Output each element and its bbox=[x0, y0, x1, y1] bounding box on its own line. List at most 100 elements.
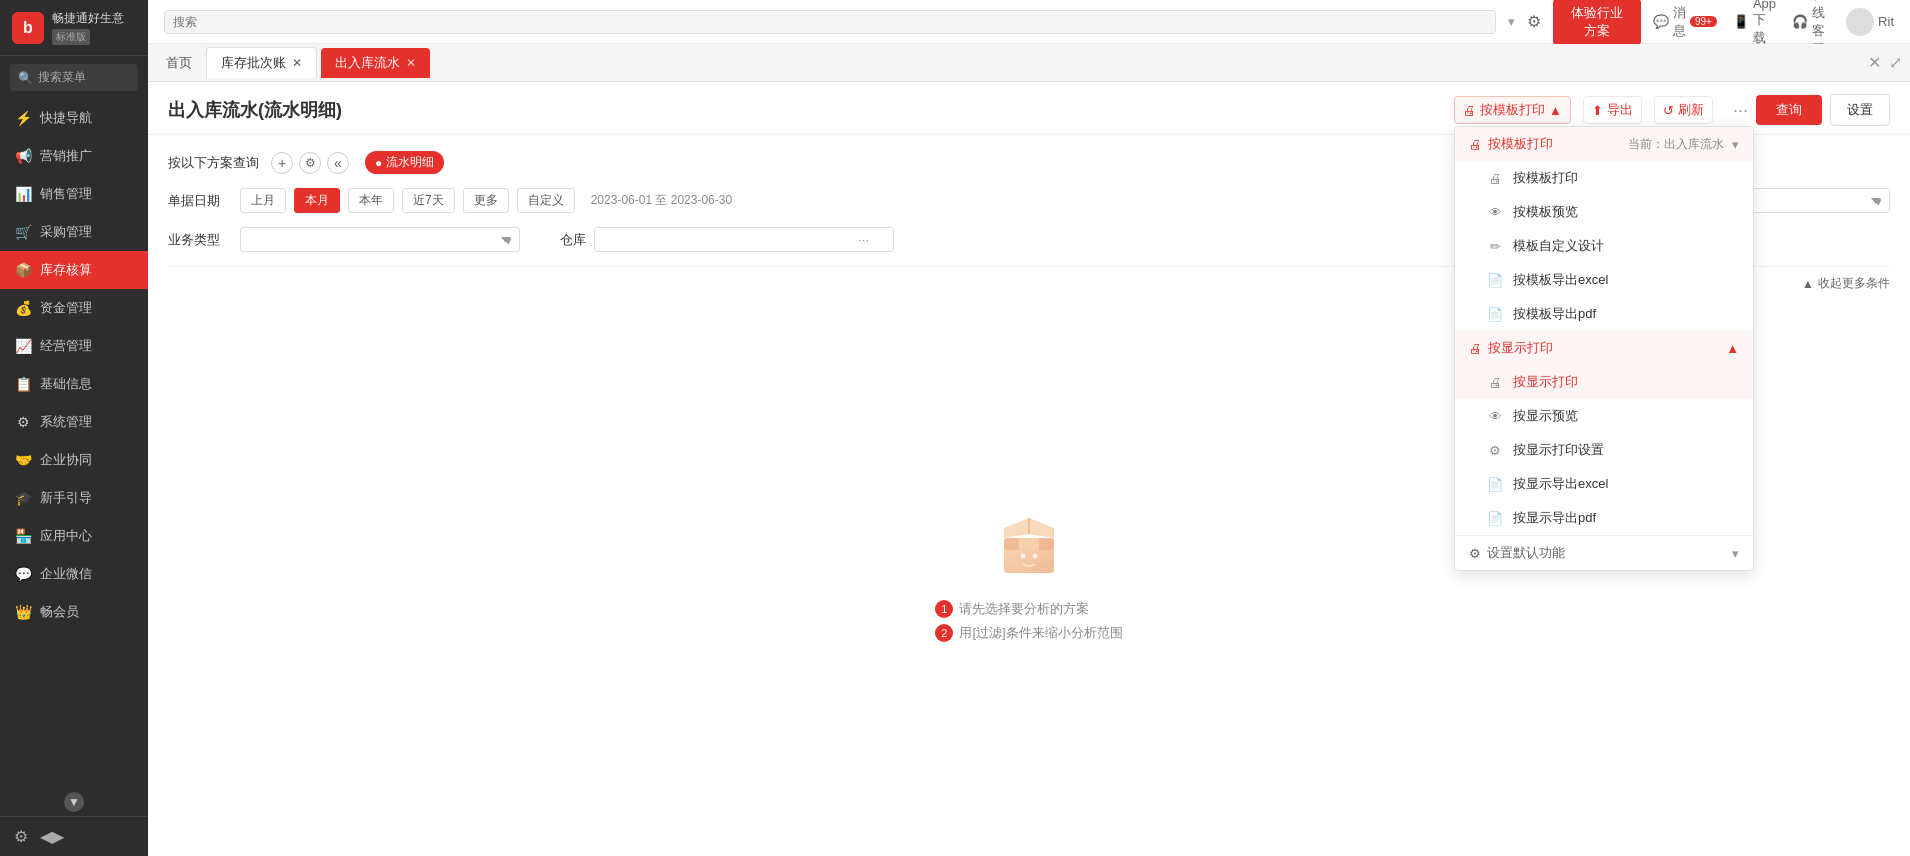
sidebar-item-label: 基础信息 bbox=[40, 375, 92, 393]
page-content: 出入库流水(流水明细) 🖨 按模板打印 ▲ 🖨 按模板打印 bbox=[148, 82, 1910, 856]
business-type-select[interactable] bbox=[240, 227, 520, 252]
collapse-up-icon: ▲ bbox=[1802, 277, 1814, 291]
dropdown-item-display-excel[interactable]: 📄 按显示导出excel bbox=[1455, 467, 1753, 501]
empty-state: 1 请先选择要分析的方案 2 用[过滤]条件来缩小分析范围 bbox=[935, 508, 1122, 648]
filter-settings-button[interactable]: ⚙ bbox=[299, 152, 321, 174]
tab-home[interactable]: 首页 bbox=[156, 48, 202, 78]
header-more-icon[interactable]: ··· bbox=[1733, 100, 1748, 121]
sidebar-item-purchase[interactable]: 🛒 采购管理 bbox=[0, 213, 148, 251]
search-menu-button[interactable]: 🔍 搜索菜单 bbox=[10, 64, 138, 91]
sidebar-scroll-down[interactable]: ▼ bbox=[0, 788, 148, 816]
dropdown-item-template-preview[interactable]: 👁 按模板预览 bbox=[1455, 195, 1753, 229]
tabs-bar: 首页 库存批次账 ✕ 出入库流水 ✕ ✕ ⤢ bbox=[148, 44, 1910, 82]
topbar-gear-icon[interactable]: ⚙ bbox=[1527, 12, 1541, 31]
export-button[interactable]: ⬆ 导出 bbox=[1583, 96, 1642, 124]
message-button[interactable]: 💬 消息 99+ bbox=[1653, 4, 1717, 40]
dropdown-footer-settings[interactable]: ⚙ 设置默认功能 ▾ bbox=[1455, 535, 1753, 570]
tip-num-2: 2 bbox=[935, 624, 953, 642]
template-print-item-label: 按模板打印 bbox=[1513, 169, 1578, 187]
date-btn-current-year[interactable]: 本年 bbox=[348, 188, 394, 213]
export-icon: ⬆ bbox=[1592, 103, 1603, 118]
display-print-section-icon: 🖨 bbox=[1469, 341, 1482, 356]
sidebar-item-vip[interactable]: 👑 畅会员 bbox=[0, 593, 148, 631]
header-query-group: ··· 查询 设置 bbox=[1733, 94, 1890, 126]
display-preview-item-icon: 👁 bbox=[1487, 408, 1503, 424]
date-btn-custom[interactable]: 自定义 bbox=[517, 188, 575, 213]
page-header: 出入库流水(流水明细) 🖨 按模板打印 ▲ 🖨 按模板打印 bbox=[148, 82, 1910, 135]
tab-batch-account[interactable]: 库存批次账 ✕ bbox=[206, 47, 317, 78]
system-icon: ⚙ bbox=[14, 413, 32, 431]
refresh-label: 刷新 bbox=[1678, 101, 1704, 119]
dropdown-item-display-print-settings[interactable]: ⚙ 按显示打印设置 bbox=[1455, 433, 1753, 467]
dropdown-item-template-excel[interactable]: 📄 按模板导出excel bbox=[1455, 263, 1753, 297]
display-section-collapse-icon[interactable]: ▲ bbox=[1726, 341, 1739, 356]
settings-bottom-icon[interactable]: ⚙ bbox=[14, 827, 28, 846]
collapse-button[interactable]: ▲ 收起更多条件 bbox=[1802, 275, 1890, 292]
date-btn-current-month[interactable]: 本月 bbox=[294, 188, 340, 213]
app-download-icon: 📱 bbox=[1733, 14, 1749, 29]
filter-add-button[interactable]: + bbox=[271, 152, 293, 174]
template-pdf-item-label: 按模板导出pdf bbox=[1513, 305, 1596, 323]
current-template-label: 当前：出入库流水 bbox=[1628, 136, 1724, 153]
print-dropdown-panel: 🖨 按模板打印 当前：出入库流水 ▾ 🖨 按模板打印 bbox=[1454, 126, 1754, 571]
sidebar-item-appstore[interactable]: 🏪 应用中心 bbox=[0, 517, 148, 555]
dropdown-item-display-print[interactable]: 🖨 按显示打印 bbox=[1455, 365, 1753, 399]
sidebar-item-collab[interactable]: 🤝 企业协同 bbox=[0, 441, 148, 479]
sidebar-item-label: 企业微信 bbox=[40, 565, 92, 583]
dropdown-item-display-preview[interactable]: 👁 按显示预览 bbox=[1455, 399, 1753, 433]
filter-actions: + ⚙ « bbox=[271, 152, 349, 174]
message-icon: 💬 bbox=[1653, 14, 1669, 29]
tab-inout-flow[interactable]: 出入库流水 ✕ bbox=[321, 48, 430, 78]
date-btn-more[interactable]: 更多 bbox=[463, 188, 509, 213]
sidebar-item-marketing[interactable]: 📢 营销推广 bbox=[0, 137, 148, 175]
collab-icon: 🤝 bbox=[14, 451, 32, 469]
display-excel-item-label: 按显示导出excel bbox=[1513, 475, 1608, 493]
query-button[interactable]: 查询 bbox=[1756, 95, 1822, 125]
empty-tip-1: 1 请先选择要分析的方案 bbox=[935, 600, 1122, 618]
user-profile-button[interactable]: Rit bbox=[1846, 8, 1894, 36]
trial-button[interactable]: 体验行业方案 bbox=[1553, 0, 1641, 45]
dropdown-item-template-custom[interactable]: ✏ 模板自定义设计 bbox=[1455, 229, 1753, 263]
dropdown-footer-label: 设置默认功能 bbox=[1487, 544, 1565, 562]
display-pdf-item-label: 按显示导出pdf bbox=[1513, 509, 1596, 527]
date-btn-last-7-days[interactable]: 近7天 bbox=[402, 188, 455, 213]
collapse-sidebar-icon[interactable]: ◀▶ bbox=[40, 827, 64, 846]
sidebar-item-guide[interactable]: 🎓 新手引导 bbox=[0, 479, 148, 517]
settings-button[interactable]: 设置 bbox=[1830, 94, 1890, 126]
app-download-button[interactable]: 📱 App下载 bbox=[1733, 0, 1776, 47]
topbar-search-input[interactable] bbox=[164, 10, 1496, 34]
template-print-item-icon: 🖨 bbox=[1487, 170, 1503, 186]
template-custom-item-label: 模板自定义设计 bbox=[1513, 237, 1604, 255]
tab-close-page-icon[interactable]: ✕ bbox=[1868, 53, 1881, 72]
sidebar-item-inventory[interactable]: 📦 库存核算 bbox=[0, 251, 148, 289]
tab-close-batch-account[interactable]: ✕ bbox=[292, 56, 302, 70]
date-range-display: 2023-06-01 至 2023-06-30 bbox=[591, 192, 732, 209]
refresh-button[interactable]: ↺ 刷新 bbox=[1654, 96, 1713, 124]
tab-expand-icon[interactable]: ⤢ bbox=[1889, 53, 1902, 72]
template-custom-item-icon: ✏ bbox=[1487, 238, 1503, 254]
dropdown-item-template-print[interactable]: 🖨 按模板打印 bbox=[1455, 161, 1753, 195]
section-collapse-icon[interactable]: ▾ bbox=[1732, 137, 1739, 152]
sidebar: b 畅捷通好生意 标准版 🔍 搜索菜单 ⚡ 快捷导航 📢 营销推广 📊 销售管理… bbox=[0, 0, 148, 856]
scroll-down-btn[interactable]: ▼ bbox=[64, 792, 84, 812]
date-btn-last-month[interactable]: 上月 bbox=[240, 188, 286, 213]
dropdown-item-display-pdf[interactable]: 📄 按显示导出pdf bbox=[1455, 501, 1753, 535]
sidebar-item-quick-nav[interactable]: ⚡ 快捷导航 bbox=[0, 99, 148, 137]
print-template-button[interactable]: 🖨 按模板打印 ▲ bbox=[1454, 96, 1571, 124]
dropdown-item-template-pdf[interactable]: 📄 按模板导出pdf bbox=[1455, 297, 1753, 331]
sidebar-item-operations[interactable]: 📈 经营管理 bbox=[0, 327, 148, 365]
sidebar-item-basic[interactable]: 📋 基础信息 bbox=[0, 365, 148, 403]
sidebar-item-system[interactable]: ⚙ 系统管理 bbox=[0, 403, 148, 441]
sidebar-item-finance[interactable]: 💰 资金管理 bbox=[0, 289, 148, 327]
sidebar-item-label: 采购管理 bbox=[40, 223, 92, 241]
search-menu-label: 搜索菜单 bbox=[38, 69, 86, 86]
warehouse-select[interactable]: ··· bbox=[594, 227, 894, 252]
inventory-icon: 📦 bbox=[14, 261, 32, 279]
sidebar-item-sales[interactable]: 📊 销售管理 bbox=[0, 175, 148, 213]
tab-close-inout-flow[interactable]: ✕ bbox=[406, 56, 416, 70]
topbar-dropdown-arrow[interactable]: ▾ bbox=[1508, 14, 1515, 29]
sidebar-item-wechat[interactable]: 💬 企业微信 bbox=[0, 555, 148, 593]
display-preview-item-label: 按显示预览 bbox=[1513, 407, 1578, 425]
filter-collapse-button[interactable]: « bbox=[327, 152, 349, 174]
filter-flow-detail-tag[interactable]: ● 流水明细 bbox=[365, 151, 444, 174]
